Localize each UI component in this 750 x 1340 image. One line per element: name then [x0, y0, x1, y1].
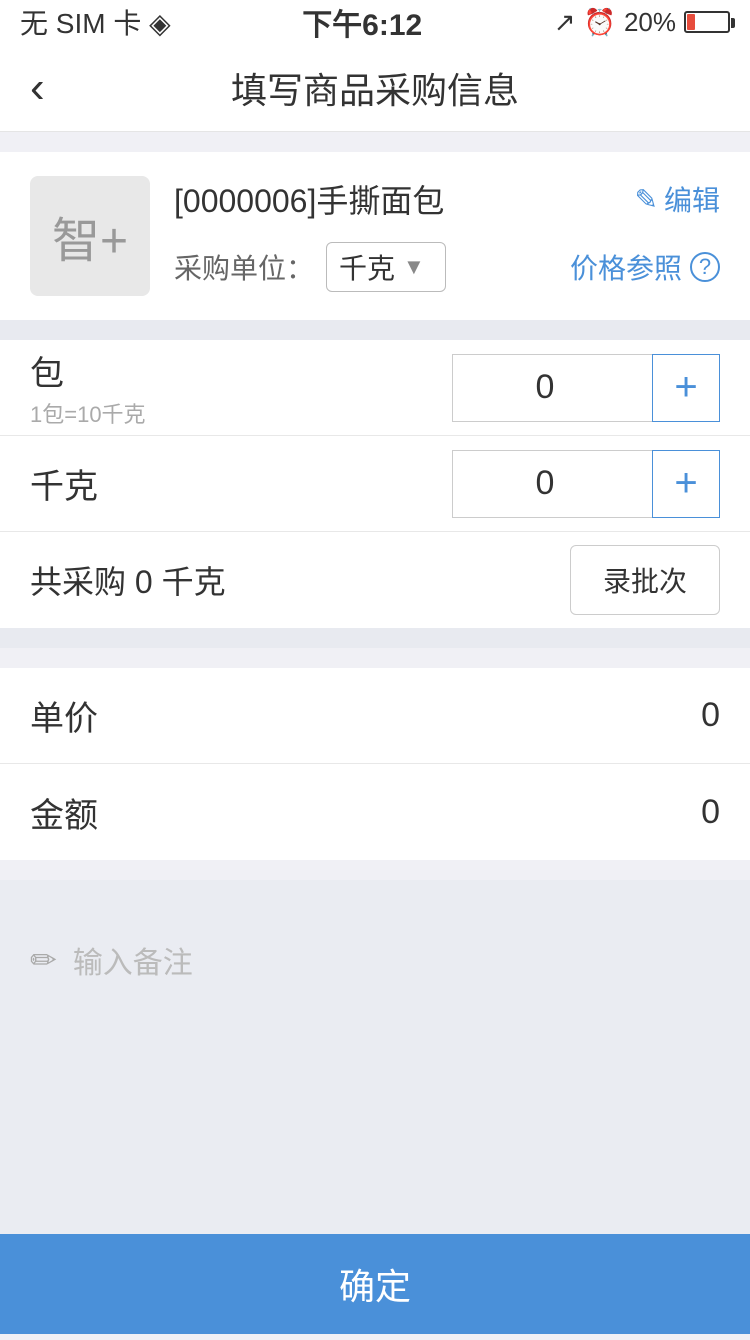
bao-plus-button[interactable]: + — [652, 354, 720, 422]
product-name-row: [0000006]手撕面包 ✎ 编辑 — [174, 176, 720, 222]
spacer — [0, 1040, 750, 1240]
back-button[interactable]: ‹ — [30, 63, 65, 113]
unit-select[interactable]: 千克 ▼ — [326, 242, 446, 292]
kg-label-group: 千克 — [30, 459, 150, 508]
amount-value: 0 — [701, 793, 720, 832]
status-time: 下午6:12 — [302, 0, 422, 44]
product-image: 智+ — [30, 176, 150, 296]
edit-button[interactable]: ✎ 编辑 — [635, 179, 720, 219]
bao-sub-label: 1包=10千克 — [30, 397, 150, 429]
price-ref-label: 价格参照 — [570, 247, 682, 287]
unit-value: 千克 — [339, 247, 395, 287]
alarm-icon: ⏰ — [584, 7, 616, 38]
product-name: [0000006]手撕面包 — [174, 176, 444, 222]
input-section: 包 1包=10千克 + 千克 + — [0, 340, 750, 532]
dropdown-arrow-icon: ▼ — [403, 254, 425, 280]
unit-price-value: 0 — [701, 696, 720, 735]
edit-label: 编辑 — [664, 179, 720, 219]
unit-prefix: 采购单位： — [174, 247, 314, 287]
product-section: 智+ [0000006]手撕面包 ✎ 编辑 采购单位： 千克 ▼ — [0, 152, 750, 320]
kg-plus-button[interactable]: + — [652, 450, 720, 518]
kg-input[interactable] — [452, 450, 652, 518]
page-title: 填写商品采购信息 — [231, 62, 519, 114]
amount-row: 金额 0 — [0, 764, 750, 860]
kg-row: 千克 + — [0, 436, 750, 532]
notes-placeholder: 输入备注 — [73, 938, 193, 982]
bao-label-group: 包 1包=10千克 — [30, 346, 150, 429]
notes-section[interactable]: ✏ 输入备注 — [0, 880, 750, 1040]
edit-icon: ✎ — [635, 183, 658, 216]
price-section: 单价 0 金额 0 — [0, 668, 750, 860]
status-right: ↗ ⏰ 20% — [554, 7, 730, 38]
amount-label: 金额 — [30, 788, 98, 837]
kg-label: 千克 — [30, 459, 150, 508]
sim-status: 无 SIM 卡 ◈ — [20, 2, 171, 42]
confirm-button[interactable]: 确定 — [0, 1234, 750, 1334]
section-divider-2 — [0, 628, 750, 648]
battery-text: 20% — [624, 7, 676, 38]
bao-input[interactable] — [452, 354, 652, 422]
status-left: 无 SIM 卡 ◈ — [20, 2, 171, 42]
nav-bar: ‹ 填写商品采购信息 — [0, 44, 750, 132]
summary-row: 共采购 0 千克 录批次 — [0, 532, 750, 628]
product-info: [0000006]手撕面包 ✎ 编辑 采购单位： 千克 ▼ 价格参照 ? — [174, 176, 720, 292]
kg-input-control: + — [452, 450, 720, 518]
record-batch-button[interactable]: 录批次 — [570, 545, 720, 615]
unit-price-label: 单价 — [30, 691, 98, 740]
product-logo: 智+ — [52, 201, 128, 271]
unit-row: 采购单位： 千克 ▼ 价格参照 ? — [174, 242, 720, 292]
pencil-icon: ✏ — [30, 941, 57, 979]
bao-row: 包 1包=10千克 + — [0, 340, 750, 436]
location-icon: ↗ — [554, 7, 576, 38]
bao-label: 包 — [30, 346, 150, 395]
summary-text: 共采购 0 千克 — [30, 557, 226, 603]
section-divider-1 — [0, 320, 750, 340]
battery-icon — [684, 11, 730, 33]
price-ref-button[interactable]: 价格参照 ? — [570, 247, 720, 287]
unit-price-row: 单价 0 — [0, 668, 750, 764]
status-bar: 无 SIM 卡 ◈ 下午6:12 ↗ ⏰ 20% — [0, 0, 750, 44]
bao-input-control: + — [452, 354, 720, 422]
help-icon: ? — [690, 252, 720, 282]
